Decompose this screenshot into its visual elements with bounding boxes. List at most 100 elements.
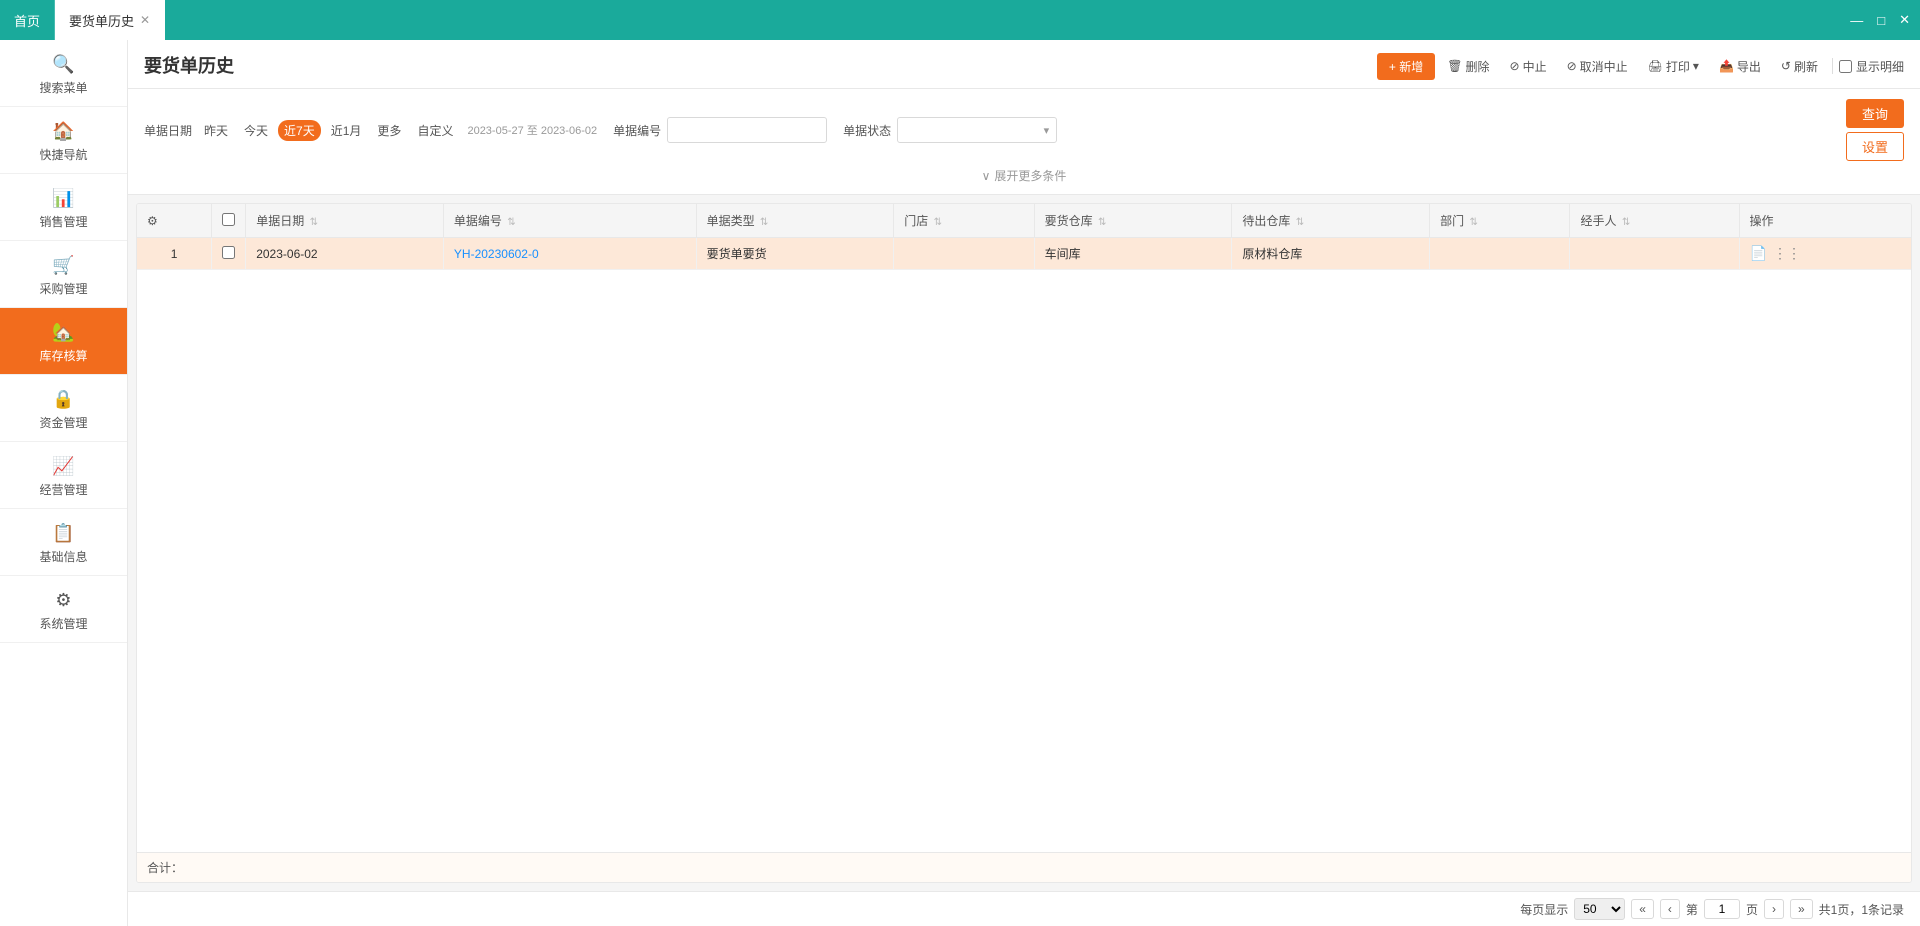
sort-pending-warehouse-icon[interactable]: ⇅ [1296, 217, 1304, 228]
sort-bill-no-icon[interactable]: ⇅ [507, 217, 515, 228]
filter-settings-button[interactable]: 设置 [1846, 132, 1904, 161]
filter-date-group: 单据日期 昨天 今天 近7天 近1月 更多 自定义 2023-05-27 至 2… [144, 120, 597, 141]
total-records: 共1页，1条记录 [1819, 901, 1904, 918]
sidebar-item-operations[interactable]: 📈 经营管理 [0, 442, 127, 509]
per-page-select[interactable]: 50 10 20 100 [1574, 898, 1625, 920]
operations-icon: 📈 [52, 456, 74, 477]
export-button[interactable]: 📤 导出 [1711, 54, 1769, 79]
pagination-bar: 每页显示 50 10 20 100 « ‹ 第 页 › » 共1页，1条记录 [128, 891, 1920, 926]
page-number-input[interactable] [1704, 899, 1740, 919]
checkbox-col-header [212, 204, 246, 238]
sidebar-item-basic-info[interactable]: 📋 基础信息 [0, 509, 127, 576]
toolbar: + 新增 🗑 删除 ⊘ 中止 ⊘ 取消中止 🖨 打 [1377, 53, 1904, 88]
col-header-date: 单据日期 ⇅ [246, 204, 444, 238]
sidebar-item-quicknav[interactable]: 🏠 快捷导航 [0, 107, 127, 174]
bill-no-input[interactable] [667, 117, 827, 143]
date-btn-today[interactable]: 今天 [238, 120, 274, 141]
col-header-handler: 经手人 ⇅ [1570, 204, 1739, 238]
query-button[interactable]: 查询 [1846, 99, 1904, 128]
date-btn-last7days[interactable]: 近7天 [278, 120, 321, 141]
delete-button[interactable]: 🗑 删除 [1439, 54, 1497, 79]
date-btn-custom[interactable]: 自定义 [411, 120, 459, 141]
top-bar: 首页 要货单历史 ✕ — □ ✕ [0, 0, 1920, 40]
basic-info-icon: 📋 [52, 523, 74, 544]
date-btn-more[interactable]: 更多 [371, 120, 407, 141]
col-header-pending-warehouse: 待出仓库 ⇅ [1232, 204, 1430, 238]
sort-department-icon[interactable]: ⇅ [1469, 217, 1477, 228]
search-icon: 🔍 [52, 54, 74, 75]
sort-handler-icon[interactable]: ⇅ [1622, 217, 1630, 228]
table-footer: 合计： [137, 852, 1911, 882]
sidebar-item-inventory[interactable]: 🏡 库存核算 [0, 308, 127, 375]
cancel-stop-button[interactable]: ⊘ 取消中止 [1559, 54, 1636, 79]
sidebar-item-search[interactable]: 🔍 搜索菜单 [0, 40, 127, 107]
table-row: 1 2023-06-02 YH-20230602-0 要货单要货 车间库 [137, 238, 1911, 270]
row-select-checkbox[interactable] [222, 246, 235, 259]
row-bill-no: YH-20230602-0 [443, 238, 696, 270]
purchase-icon: 🛒 [52, 255, 74, 276]
row-actions: 📄 ⋮⋮ [1739, 238, 1911, 270]
print-icon: 🖨 [1648, 59, 1663, 73]
date-range-display: 2023-05-27 至 2023-06-02 [467, 122, 597, 138]
show-detail-checkbox-group[interactable]: 显示明细 [1839, 58, 1904, 75]
minimize-icon[interactable]: — [1850, 13, 1863, 28]
new-button[interactable]: + 新增 [1377, 53, 1435, 80]
row-shop [894, 238, 1034, 270]
date-btn-last1month[interactable]: 近1月 [325, 120, 368, 141]
first-page-btn[interactable]: « [1631, 899, 1654, 919]
print-button[interactable]: 🖨 打印 ▾ [1640, 54, 1707, 79]
refresh-button[interactable]: ↺ 刷新 [1773, 54, 1826, 79]
date-btn-yesterday[interactable]: 昨天 [198, 120, 234, 141]
bill-no-label: 单据编号 [613, 122, 661, 139]
sort-bill-type-icon[interactable]: ⇅ [760, 217, 768, 228]
next-page-btn[interactable]: › [1764, 899, 1784, 919]
tab-home[interactable]: 首页 [0, 0, 55, 40]
status-select[interactable] [897, 117, 1057, 143]
row-more-icon[interactable]: ⋮⋮ [1773, 245, 1801, 262]
filter-billno-group: 单据编号 [613, 117, 827, 143]
show-detail-checkbox[interactable] [1839, 60, 1852, 73]
close-tab-icon[interactable]: ✕ [140, 13, 150, 27]
sort-date-icon[interactable]: ⇅ [310, 217, 318, 228]
col-header-department: 部门 ⇅ [1430, 204, 1570, 238]
sort-shop-icon[interactable]: ⇅ [934, 217, 942, 228]
prev-page-btn[interactable]: ‹ [1660, 899, 1680, 919]
sidebar-item-purchase[interactable]: 🛒 采购管理 [0, 241, 127, 308]
row-date: 2023-06-02 [246, 238, 444, 270]
row-req-warehouse: 车间库 [1034, 238, 1232, 270]
sidebar-item-system[interactable]: ⚙ 系统管理 [0, 576, 127, 643]
system-icon: ⚙ [55, 590, 71, 611]
row-checkbox [212, 238, 246, 270]
stop-icon: ⊘ [1510, 59, 1520, 73]
maximize-icon[interactable]: □ [1877, 13, 1885, 28]
sort-req-warehouse-icon[interactable]: ⇅ [1098, 217, 1106, 228]
toolbar-divider [1832, 58, 1833, 74]
date-filter-label: 单据日期 [144, 122, 192, 139]
page-header: 要货单历史 + 新增 🗑 删除 ⊘ 中止 ⊘ 取消中止 [128, 40, 1920, 89]
sidebar-item-sales[interactable]: 📊 销售管理 [0, 174, 127, 241]
filter-status-group: 单据状态 [843, 117, 1057, 143]
bill-no-link[interactable]: YH-20230602-0 [454, 247, 539, 261]
table-area: ⚙ 单据日期 ⇅ 单据编号 ⇅ [136, 203, 1912, 883]
export-icon: 📤 [1719, 59, 1734, 73]
stop-button[interactable]: ⊘ 中止 [1502, 54, 1555, 79]
last-page-btn[interactable]: » [1790, 899, 1813, 919]
row-edit-icon[interactable]: 📄 [1750, 245, 1767, 262]
per-page-label: 每页显示 [1520, 901, 1568, 918]
col-header-bill-type: 单据类型 ⇅ [696, 204, 894, 238]
row-pending-warehouse: 原材料仓库 [1232, 238, 1430, 270]
row-department [1430, 238, 1570, 270]
expand-more-btn[interactable]: ∨ 展开更多条件 [144, 167, 1904, 184]
tab-requisition-history[interactable]: 要货单历史 ✕ [55, 0, 165, 40]
close-icon[interactable]: ✕ [1899, 12, 1910, 28]
finance-icon: 🔒 [52, 389, 74, 410]
content-area: 要货单历史 + 新增 🗑 删除 ⊘ 中止 ⊘ 取消中止 [128, 40, 1920, 926]
status-select-wrapper [897, 117, 1057, 143]
select-all-checkbox[interactable] [222, 213, 235, 226]
sidebar-item-finance[interactable]: 🔒 资金管理 [0, 375, 127, 442]
filter-action-group: 查询 设置 [1846, 99, 1904, 161]
col-header-shop: 门店 ⇅ [894, 204, 1034, 238]
row-handler [1570, 238, 1739, 270]
settings-col-header[interactable]: ⚙ [137, 204, 212, 238]
cancel-stop-icon: ⊘ [1567, 59, 1577, 73]
